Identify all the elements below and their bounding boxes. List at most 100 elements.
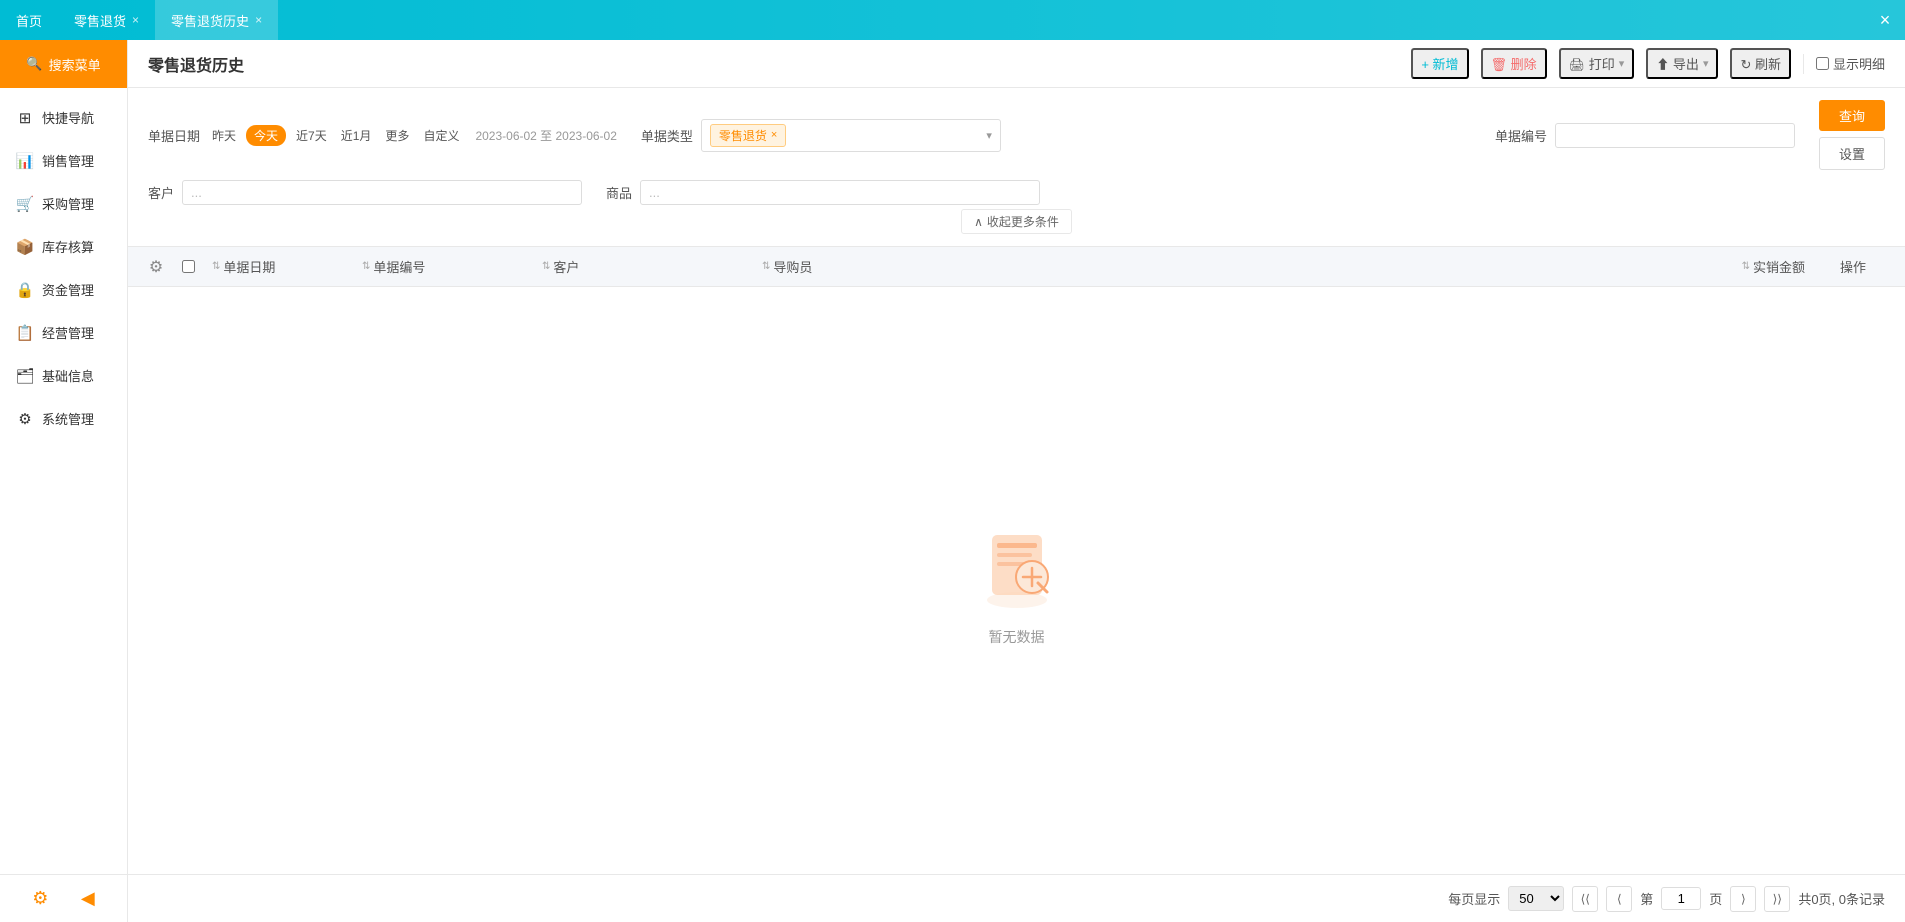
type-select[interactable]: 零售退货 × ▾	[701, 119, 1001, 152]
page-last-button[interactable]: ⟩⟩	[1764, 886, 1790, 912]
sidebar-item-inventory[interactable]: 📦 库存核算	[0, 225, 127, 268]
sidebar-item-sales-mgmt[interactable]: 📊 销售管理	[0, 139, 127, 182]
display-detail-checkbox[interactable]	[1816, 57, 1829, 70]
filter-row-2: 客户 ... 商品 ...	[148, 180, 1885, 205]
sidebar-item-operations-label: 经营管理	[42, 323, 94, 342]
window-close-button[interactable]: ×	[1865, 0, 1905, 40]
delete-button-label: 🗑 删除	[1491, 54, 1537, 73]
settings-bottom-icon[interactable]: ⚙	[32, 888, 48, 909]
sidebar-item-quick-nav[interactable]: ⊞ 快捷导航	[0, 96, 127, 139]
tab-bar: 首页 零售退货 × 零售退货历史 ×	[0, 0, 1865, 40]
type-select-chevron: ▾	[986, 129, 992, 142]
table-settings-icon[interactable]: ⚙	[140, 257, 172, 277]
settings-filter-button[interactable]: 设置	[1819, 137, 1885, 170]
col-guide[interactable]: ⇅ 导购员	[754, 257, 1693, 276]
sidebar: 🔍 搜索菜单 ⊞ 快捷导航 📊 销售管理 🛒 采购管理 📦 库存核算 🔒	[0, 40, 128, 922]
query-button[interactable]: 查询	[1819, 100, 1885, 131]
page-next-button[interactable]: ⟩	[1730, 886, 1756, 912]
date-opt-yesterday[interactable]: 昨天	[208, 125, 240, 146]
col-date-label: 单据日期	[223, 257, 275, 276]
customer-placeholder: ...	[191, 185, 202, 200]
pagination-bar: 每页显示 20 50 100 ⟨⟨ ⟨ 第 页 ⟩ ⟩⟩ 共0页, 0条记录	[128, 874, 1905, 922]
filter-area: 单据日期 昨天 今天 近7天 近1月 更多 自定义 2023-06-02 至 2…	[128, 88, 1905, 247]
delete-button[interactable]: 🗑 删除	[1481, 48, 1547, 79]
date-opt-more[interactable]: 更多	[381, 125, 413, 146]
table-area: ⚙ ⇅ 单据日期 ⇅ 单据编号 ⇅ 客户 ⇅ 导购员	[128, 247, 1905, 874]
collapse-button[interactable]: ∧ 收起更多条件	[961, 209, 1072, 234]
sidebar-item-purchase-mgmt[interactable]: 🛒 采购管理	[0, 182, 127, 225]
date-opt-7days[interactable]: 近7天	[292, 125, 331, 146]
header-divider	[1803, 54, 1804, 74]
date-opt-today[interactable]: 今天	[246, 125, 286, 146]
col-action-label: 操作	[1840, 257, 1866, 276]
tab-retail-return[interactable]: 零售退货 ×	[58, 0, 155, 40]
num-filter: 单据编号	[1495, 123, 1795, 148]
content-area: 零售退货历史 + 新增 🗑 删除 🖨 打印 ▾ ⬆ 导出 ▾ ↻ 刷新	[128, 40, 1905, 922]
col-amount[interactable]: ⇅ 实销金额	[1693, 257, 1813, 276]
sidebar-item-quick-nav-label: 快捷导航	[42, 108, 94, 127]
quick-nav-icon: ⊞	[16, 109, 34, 127]
purchase-mgmt-icon: 🛒	[16, 195, 34, 213]
export-button[interactable]: ⬆ 导出 ▾	[1646, 48, 1718, 79]
sidebar-item-system[interactable]: ⚙ 系统管理	[0, 397, 127, 440]
table-select-all[interactable]	[172, 260, 204, 273]
sidebar-item-operations[interactable]: 📋 经营管理	[0, 311, 127, 354]
date-opt-custom[interactable]: 自定义	[419, 125, 463, 146]
tab-retail-return-history-close[interactable]: ×	[255, 13, 262, 27]
sidebar-search-button[interactable]: 🔍 搜索菜单	[0, 40, 127, 88]
num-filter-label: 单据编号	[1495, 126, 1547, 145]
col-customer[interactable]: ⇅ 客户	[534, 257, 754, 276]
empty-text: 暂无数据	[989, 627, 1045, 647]
col-guide-label: 导购员	[773, 257, 812, 276]
date-options: 昨天 今天 近7天 近1月 更多 自定义	[208, 125, 463, 146]
col-date-sort: ⇅	[212, 261, 220, 272]
export-button-label: ⬆ 导出	[1656, 54, 1699, 73]
col-num-label: 单据编号	[373, 257, 425, 276]
tab-retail-return-close[interactable]: ×	[132, 13, 139, 27]
tab-home[interactable]: 首页	[0, 0, 58, 40]
page-title: 零售退货历史	[148, 52, 244, 76]
col-num[interactable]: ⇅ 单据编号	[354, 257, 534, 276]
num-filter-input[interactable]	[1555, 123, 1795, 148]
page-input[interactable]	[1661, 887, 1701, 910]
basic-info-icon: 🗂	[16, 367, 34, 385]
finance-icon: 🔒	[16, 281, 34, 299]
type-tag-close[interactable]: ×	[771, 129, 777, 141]
empty-icon	[967, 515, 1067, 615]
type-tag: 零售退货 ×	[710, 124, 786, 147]
refresh-button-label: ↻ 刷新	[1740, 54, 1781, 73]
refresh-button[interactable]: ↻ 刷新	[1730, 48, 1791, 79]
select-all-checkbox[interactable]	[182, 260, 195, 273]
top-bar: 首页 零售退货 × 零售退货历史 × ×	[0, 0, 1905, 40]
customer-filter: 客户 ...	[148, 180, 582, 205]
sidebar-item-basic-info[interactable]: 🗂 基础信息	[0, 354, 127, 397]
date-filter: 单据日期 昨天 今天 近7天 近1月 更多 自定义 2023-06-02 至 2…	[148, 125, 617, 146]
page-prev-button[interactable]: ⟨	[1606, 886, 1632, 912]
sidebar-item-inventory-label: 库存核算	[42, 237, 94, 256]
new-button[interactable]: + 新增	[1411, 48, 1468, 79]
sidebar-item-system-label: 系统管理	[42, 409, 94, 428]
table-header: ⚙ ⇅ 单据日期 ⇅ 单据编号 ⇅ 客户 ⇅ 导购员	[128, 247, 1905, 287]
display-detail-toggle[interactable]: 显示明细	[1816, 54, 1885, 73]
date-opt-1month[interactable]: 近1月	[337, 125, 376, 146]
page-size-select[interactable]: 20 50 100	[1508, 886, 1564, 911]
col-num-sort: ⇅	[362, 261, 370, 272]
type-filter-label: 单据类型	[641, 126, 693, 145]
goods-select[interactable]: ...	[640, 180, 1040, 205]
page-text: 第	[1640, 889, 1653, 908]
tab-retail-return-history[interactable]: 零售退货历史 ×	[155, 0, 278, 40]
settings-filter-label: 设置	[1839, 147, 1865, 162]
sidebar-item-finance[interactable]: 🔒 资金管理	[0, 268, 127, 311]
print-button-label: 🖨 打印	[1569, 54, 1615, 73]
customer-select[interactable]: ...	[182, 180, 582, 205]
collapse-label: 收起更多条件	[987, 213, 1059, 230]
goods-filter: 商品 ...	[606, 180, 1040, 205]
col-action: 操作	[1813, 257, 1893, 276]
operations-icon: 📋	[16, 324, 34, 342]
type-tag-label: 零售退货	[719, 127, 767, 144]
col-date[interactable]: ⇅ 单据日期	[204, 257, 354, 276]
page-first-button[interactable]: ⟨⟨	[1572, 886, 1598, 912]
collapse-row: ∧ 收起更多条件	[148, 209, 1885, 234]
collapse-sidebar-icon[interactable]: ◀	[81, 888, 95, 909]
print-button[interactable]: 🖨 打印 ▾	[1559, 48, 1635, 79]
